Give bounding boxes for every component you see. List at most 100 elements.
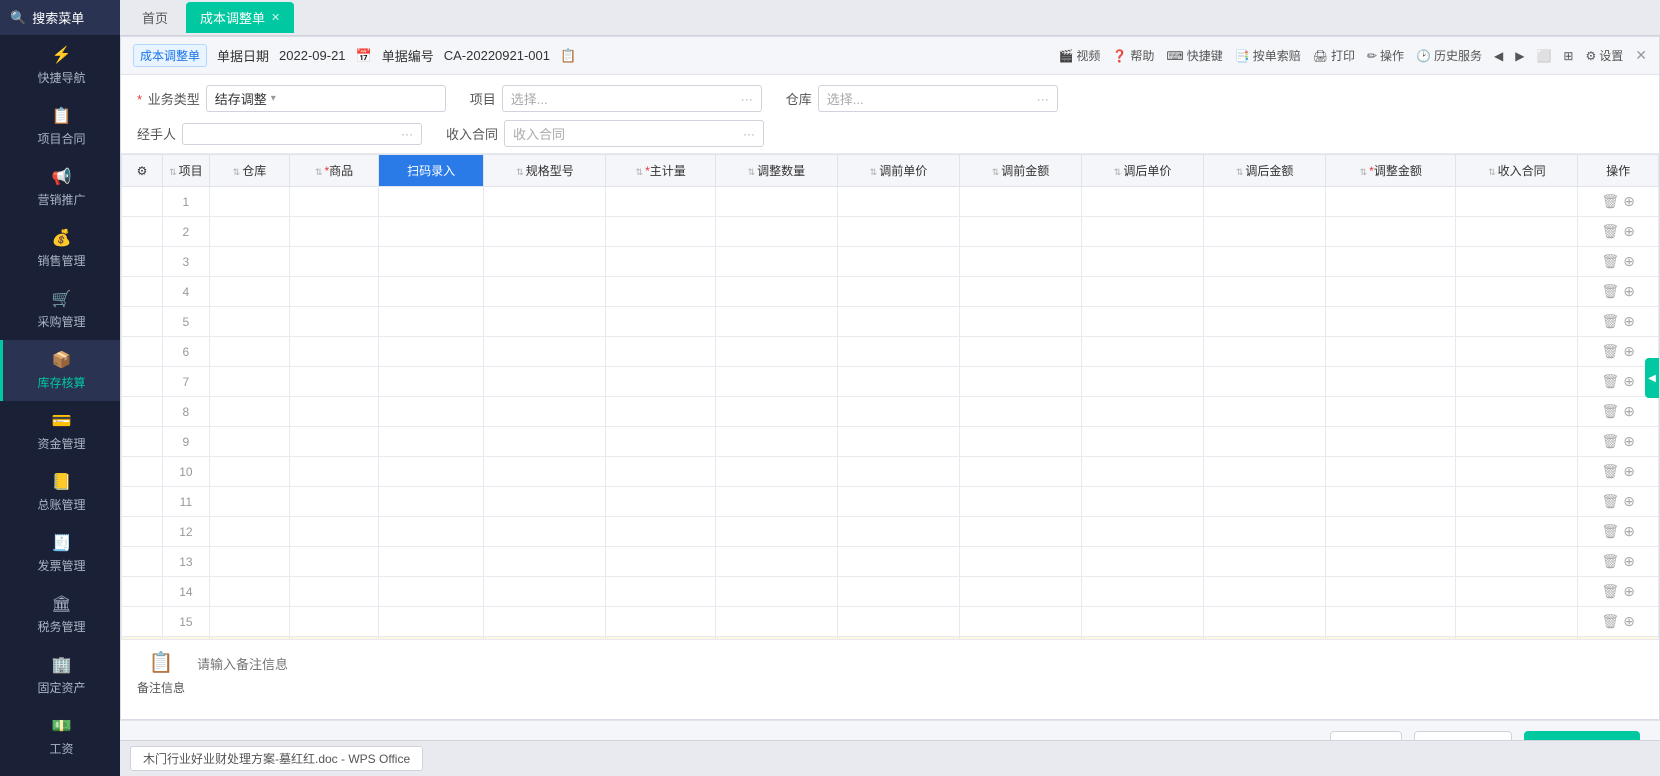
- copy-icon-7[interactable]: ⊕: [1623, 373, 1635, 390]
- col-header-adj_amount: ⇅*调整金额: [1326, 155, 1456, 187]
- copy-icon-13[interactable]: ⊕: [1623, 553, 1635, 570]
- sidebar-item-sales-promo[interactable]: 📢营销推广: [0, 157, 120, 218]
- copy-icon-5[interactable]: ⊕: [1623, 313, 1635, 330]
- cell-5-actions[interactable]: 🗑⊕: [1578, 307, 1659, 337]
- cell-4-actions[interactable]: 🗑⊕: [1578, 277, 1659, 307]
- taskbar-item[interactable]: 木门行业好业财处理方案-墓红红.doc - WPS Office: [130, 746, 423, 771]
- sidebar-item-sales-mgmt[interactable]: 💰销售管理: [0, 218, 120, 279]
- sidebar-item-ops-mgmt[interactable]: 📊经营管理: [0, 767, 120, 776]
- nav-prev-btn[interactable]: ◀: [1494, 49, 1503, 63]
- copy-icon[interactable]: 📋: [560, 48, 576, 64]
- tab-close-cost-adjust[interactable]: ✕: [271, 11, 280, 24]
- sidebar-item-purchase-mgmt[interactable]: 🛒采购管理: [0, 279, 120, 340]
- cell-3-actions[interactable]: 🗑⊕: [1578, 247, 1659, 277]
- copy-icon-6[interactable]: ⊕: [1623, 343, 1635, 360]
- cell-13-actions[interactable]: 🗑⊕: [1578, 547, 1659, 577]
- notes-input[interactable]: [197, 650, 1643, 688]
- delete-icon-11[interactable]: 🗑: [1601, 493, 1619, 510]
- tab-home[interactable]: 首页: [128, 2, 182, 33]
- project-more-icon[interactable]: ···: [741, 92, 753, 106]
- delete-icon-12[interactable]: 🗑: [1601, 523, 1619, 540]
- sidebar-search[interactable]: 🔍 搜索菜单: [0, 0, 120, 35]
- copy-icon-3[interactable]: ⊕: [1623, 253, 1635, 270]
- handler-label: 经手人: [137, 124, 176, 143]
- copy-icon-9[interactable]: ⊕: [1623, 433, 1635, 450]
- delete-icon-1[interactable]: 🗑: [1601, 193, 1619, 210]
- cell-15-actions[interactable]: 🗑⊕: [1578, 607, 1659, 637]
- delete-icon-8[interactable]: 🗑: [1601, 403, 1619, 420]
- grid-btn[interactable]: ⊞: [1563, 49, 1573, 63]
- delete-icon-13[interactable]: 🗑: [1601, 553, 1619, 570]
- delete-icon-5[interactable]: 🗑: [1601, 313, 1619, 330]
- delete-icon-9[interactable]: 🗑: [1601, 433, 1619, 450]
- cell-3-pre_amount: [959, 247, 1081, 277]
- copy-icon-10[interactable]: ⊕: [1623, 463, 1635, 480]
- col-label-scan: 扫码录入: [407, 164, 455, 178]
- income-contract-more-icon[interactable]: ···: [743, 127, 755, 141]
- sidebar-item-fund-mgmt[interactable]: 💳资金管理: [0, 401, 120, 462]
- delete-icon-15[interactable]: 🗑: [1601, 613, 1619, 630]
- view-btn[interactable]: 🎬 视频: [1058, 47, 1100, 64]
- project-input[interactable]: 选择... ···: [502, 85, 762, 112]
- business-type-input[interactable]: 结存调整 ▾: [206, 85, 446, 112]
- delete-icon-7[interactable]: 🗑: [1601, 373, 1619, 390]
- nav-next-btn[interactable]: ▶: [1515, 49, 1524, 63]
- cell-7-unit: [606, 367, 715, 397]
- calendar-icon[interactable]: 📅: [356, 48, 372, 64]
- cell-12-actions[interactable]: 🗑⊕: [1578, 517, 1659, 547]
- edit-btn[interactable]: ✏ 操作: [1367, 47, 1404, 64]
- handler-input[interactable]: ···: [182, 123, 422, 145]
- sort-icon-project: ⇅: [169, 167, 177, 177]
- tax-mgmt-icon: 🏛: [51, 594, 71, 614]
- shortcut-btn[interactable]: ⌨ 快捷键: [1166, 47, 1222, 64]
- copy-icon-8[interactable]: ⊕: [1623, 403, 1635, 420]
- copy-icon-1[interactable]: ⊕: [1623, 193, 1635, 210]
- sidebar-item-quick-nav[interactable]: ⚡快捷导航: [0, 35, 120, 96]
- cell-6-spec: [484, 337, 606, 367]
- sidebar-item-fixed-assets[interactable]: 🏢固定资产: [0, 645, 120, 706]
- cell-10-actions[interactable]: 🗑⊕: [1578, 457, 1659, 487]
- sidebar-item-inventory-calc[interactable]: 📦库存核算: [0, 340, 120, 401]
- handler-more-icon[interactable]: ···: [401, 127, 413, 141]
- cell-11-project: 11: [163, 487, 210, 517]
- tab-cost-adjust[interactable]: 成本调整单✕: [186, 2, 294, 33]
- sidebar-item-tax-mgmt[interactable]: 🏛税务管理: [0, 584, 120, 645]
- window-close-btn[interactable]: ✕: [1635, 47, 1647, 64]
- sidebar-item-ledger-mgmt[interactable]: 📒总账管理: [0, 462, 120, 523]
- delete-icon-3[interactable]: 🗑: [1601, 253, 1619, 270]
- table-container[interactable]: ⚙⇅项目⇅仓库⇅*商品扫码录入⇅规格型号⇅*主计量⇅调整数量⇅调前单价⇅调前金额…: [121, 154, 1659, 639]
- delete-icon-2[interactable]: 🗑: [1601, 223, 1619, 240]
- history-btn[interactable]: 🕑 历史服务: [1416, 47, 1482, 64]
- delete-icon-4[interactable]: 🗑: [1601, 283, 1619, 300]
- cell-14-actions[interactable]: 🗑⊕: [1578, 577, 1659, 607]
- copy-icon-15[interactable]: ⊕: [1623, 613, 1635, 630]
- print-btn[interactable]: 🖨 打印: [1313, 47, 1355, 64]
- gear-icon[interactable]: ⚙: [137, 164, 148, 178]
- sidebar-item-invoice-mgmt[interactable]: 🧾发票管理: [0, 523, 120, 584]
- cell-9-actions[interactable]: 🗑⊕: [1578, 427, 1659, 457]
- delete-icon-10[interactable]: 🗑: [1601, 463, 1619, 480]
- cell-6-post_amount: [1204, 337, 1326, 367]
- copy-icon-2[interactable]: ⊕: [1623, 223, 1635, 240]
- expand-btn[interactable]: ⬜: [1536, 49, 1551, 63]
- income-contract-input[interactable]: 收入合同 ···: [504, 120, 764, 147]
- warehouse-input[interactable]: 选择... ···: [818, 85, 1058, 112]
- warehouse-more-icon[interactable]: ···: [1037, 92, 1049, 106]
- copy-icon-14[interactable]: ⊕: [1623, 583, 1635, 600]
- copy-icon-4[interactable]: ⊕: [1623, 283, 1635, 300]
- settings-btn[interactable]: ⚙ 设置: [1585, 47, 1623, 64]
- copy-icon-11[interactable]: ⊕: [1623, 493, 1635, 510]
- cell-8-actions[interactable]: 🗑⊕: [1578, 397, 1659, 427]
- col-label-pre_amount: 调前金额: [1001, 164, 1049, 178]
- cell-2-actions[interactable]: 🗑⊕: [1578, 217, 1659, 247]
- sidebar-item-project-contract[interactable]: 📋项目合同: [0, 96, 120, 157]
- sales-mgmt-icon: 💰: [52, 228, 72, 248]
- help-btn[interactable]: ❓ 帮助: [1112, 47, 1154, 64]
- approve-btn[interactable]: 📑 按单索赔: [1235, 47, 1301, 64]
- delete-icon-6[interactable]: 🗑: [1601, 343, 1619, 360]
- cell-1-actions[interactable]: 🗑⊕: [1578, 187, 1659, 217]
- cell-11-actions[interactable]: 🗑⊕: [1578, 487, 1659, 517]
- sidebar-item-salary[interactable]: 💵工资: [0, 706, 120, 767]
- copy-icon-12[interactable]: ⊕: [1623, 523, 1635, 540]
- delete-icon-14[interactable]: 🗑: [1601, 583, 1619, 600]
